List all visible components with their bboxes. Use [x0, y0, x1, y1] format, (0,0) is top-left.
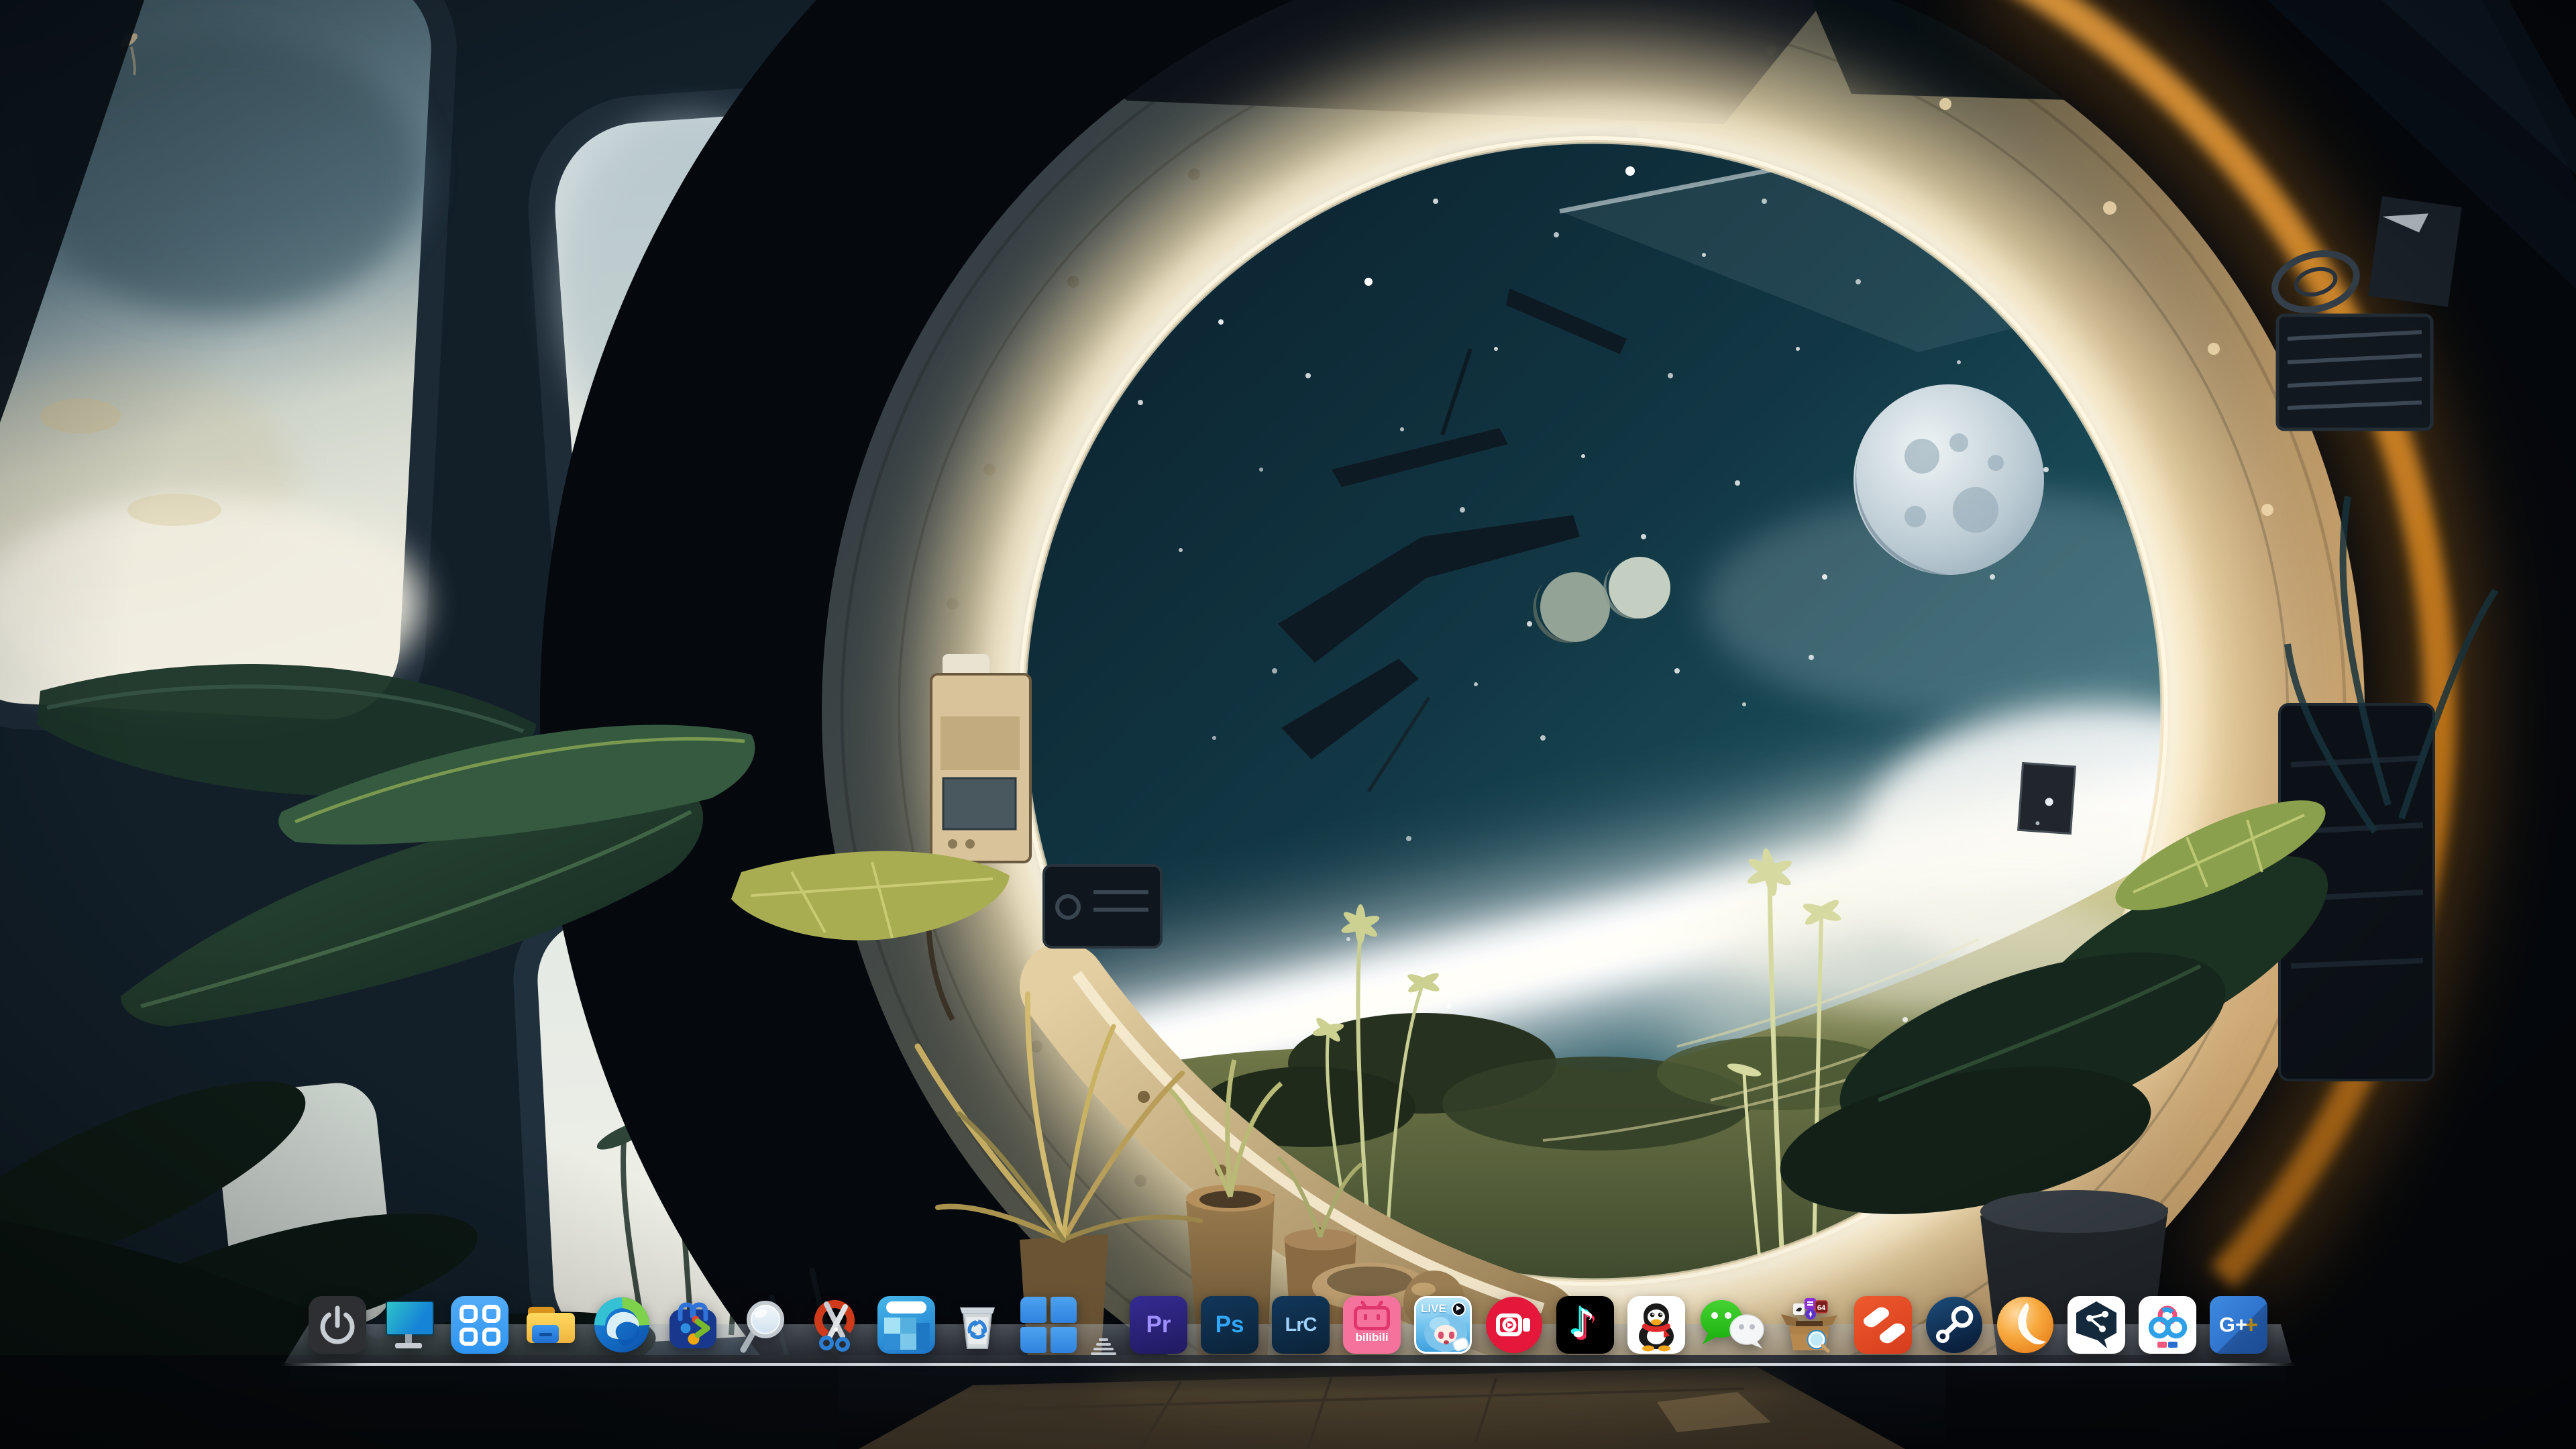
dock-item-g-plus-plus[interactable]: G++ [2208, 1295, 2269, 1355]
dock-item-edge[interactable] [592, 1295, 652, 1355]
dock-item-show-desktop[interactable] [378, 1295, 439, 1355]
orange-sphere-icon [1995, 1295, 2055, 1355]
edge-icon [592, 1295, 652, 1355]
dock-item-douyin[interactable]: ♪ ♪ ♪ [1555, 1295, 1615, 1355]
desktop: Pr Ps LrC bilibili LIVE [0, 0, 2576, 1449]
premiere-icon: Pr [1130, 1296, 1187, 1354]
steam-icon [1924, 1295, 1984, 1355]
recycle-bin-icon [947, 1295, 1008, 1355]
dock-item-bilibili-live[interactable]: LIVE [1413, 1295, 1473, 1355]
photoshop-icon: Ps [1201, 1296, 1258, 1354]
magnifier-icon [734, 1295, 794, 1355]
screenshot-scissors-icon [805, 1295, 865, 1355]
launchpad-icon [451, 1296, 508, 1354]
dock-item-magnifier[interactable] [734, 1295, 794, 1355]
lightroom-label: LrC [1285, 1314, 1317, 1336]
wechat-icon [1697, 1295, 1767, 1355]
share-hexagon-icon [2066, 1295, 2127, 1355]
dock-item-wechat[interactable] [1697, 1295, 1767, 1355]
qq-penguin-icon [1626, 1295, 1686, 1355]
dock-item-screenshot[interactable] [805, 1295, 865, 1355]
dock-item-toolbox[interactable]: 64 [1778, 1295, 1842, 1355]
toolbox-icon: 64 [1778, 1295, 1842, 1355]
dock-shelf-shadow [291, 1366, 2285, 1394]
dock-item-orange-game[interactable] [1995, 1295, 2055, 1355]
baidu-netdisk-icon [2137, 1295, 2198, 1355]
live-label: LIVE [1421, 1302, 1446, 1316]
notes-tiles-icon [877, 1296, 935, 1354]
bilibili-live-icon: LIVE [1414, 1296, 1472, 1354]
dock-item-launchpad[interactable] [449, 1295, 510, 1355]
dock-item-premiere[interactable]: Pr [1128, 1295, 1189, 1355]
lightroom-classic-icon: LrC [1272, 1296, 1330, 1354]
dock-item-file-explorer[interactable] [521, 1295, 581, 1355]
dock: Pr Ps LrC bilibili LIVE [307, 1295, 2269, 1355]
red-swoosh-icon [1854, 1296, 1912, 1354]
gpp-label: G+ [2219, 1313, 2247, 1337]
screen-recorder-icon [1484, 1295, 1544, 1355]
dock-item-bilibili[interactable]: bilibili [1342, 1295, 1402, 1355]
premiere-label: Pr [1146, 1311, 1171, 1338]
dock-item-app-store[interactable] [663, 1295, 723, 1355]
dock-separator[interactable] [1089, 1335, 1118, 1355]
douyin-icon: ♪ ♪ ♪ [1556, 1296, 1614, 1354]
dock-item-share-app[interactable] [2066, 1295, 2127, 1355]
app-store-bag-icon [663, 1295, 723, 1355]
dock-item-notes[interactable] [876, 1295, 936, 1355]
dock-item-steam[interactable] [1924, 1295, 1984, 1355]
dock-item-windows-start[interactable] [1018, 1295, 1079, 1355]
dock-item-screen-recorder[interactable] [1484, 1295, 1544, 1355]
windows-icon [1020, 1297, 1077, 1353]
dock-item-qq[interactable] [1626, 1295, 1686, 1355]
wallpaper-space-station [0, 0, 2576, 1449]
bilibili-wordmark: bilibili [1343, 1331, 1401, 1344]
dock-item-recycle-bin[interactable] [947, 1295, 1008, 1355]
g-plus-plus-icon: G++ [2210, 1296, 2267, 1354]
power-glyph-icon [307, 1295, 368, 1355]
toolbox-badge: 64 [1817, 1304, 1826, 1312]
live-play-icon [1452, 1302, 1466, 1316]
dock-item-baidu-netdisk[interactable] [2137, 1295, 2198, 1355]
dock-item-photoshop[interactable]: Ps [1199, 1295, 1260, 1355]
dock-item-red-utility[interactable] [1853, 1295, 1913, 1355]
dock-item-power[interactable] [307, 1295, 368, 1355]
bilibili-icon: bilibili [1343, 1296, 1401, 1354]
photoshop-label: Ps [1216, 1311, 1244, 1338]
dock-item-lightroom[interactable]: LrC [1271, 1295, 1331, 1355]
